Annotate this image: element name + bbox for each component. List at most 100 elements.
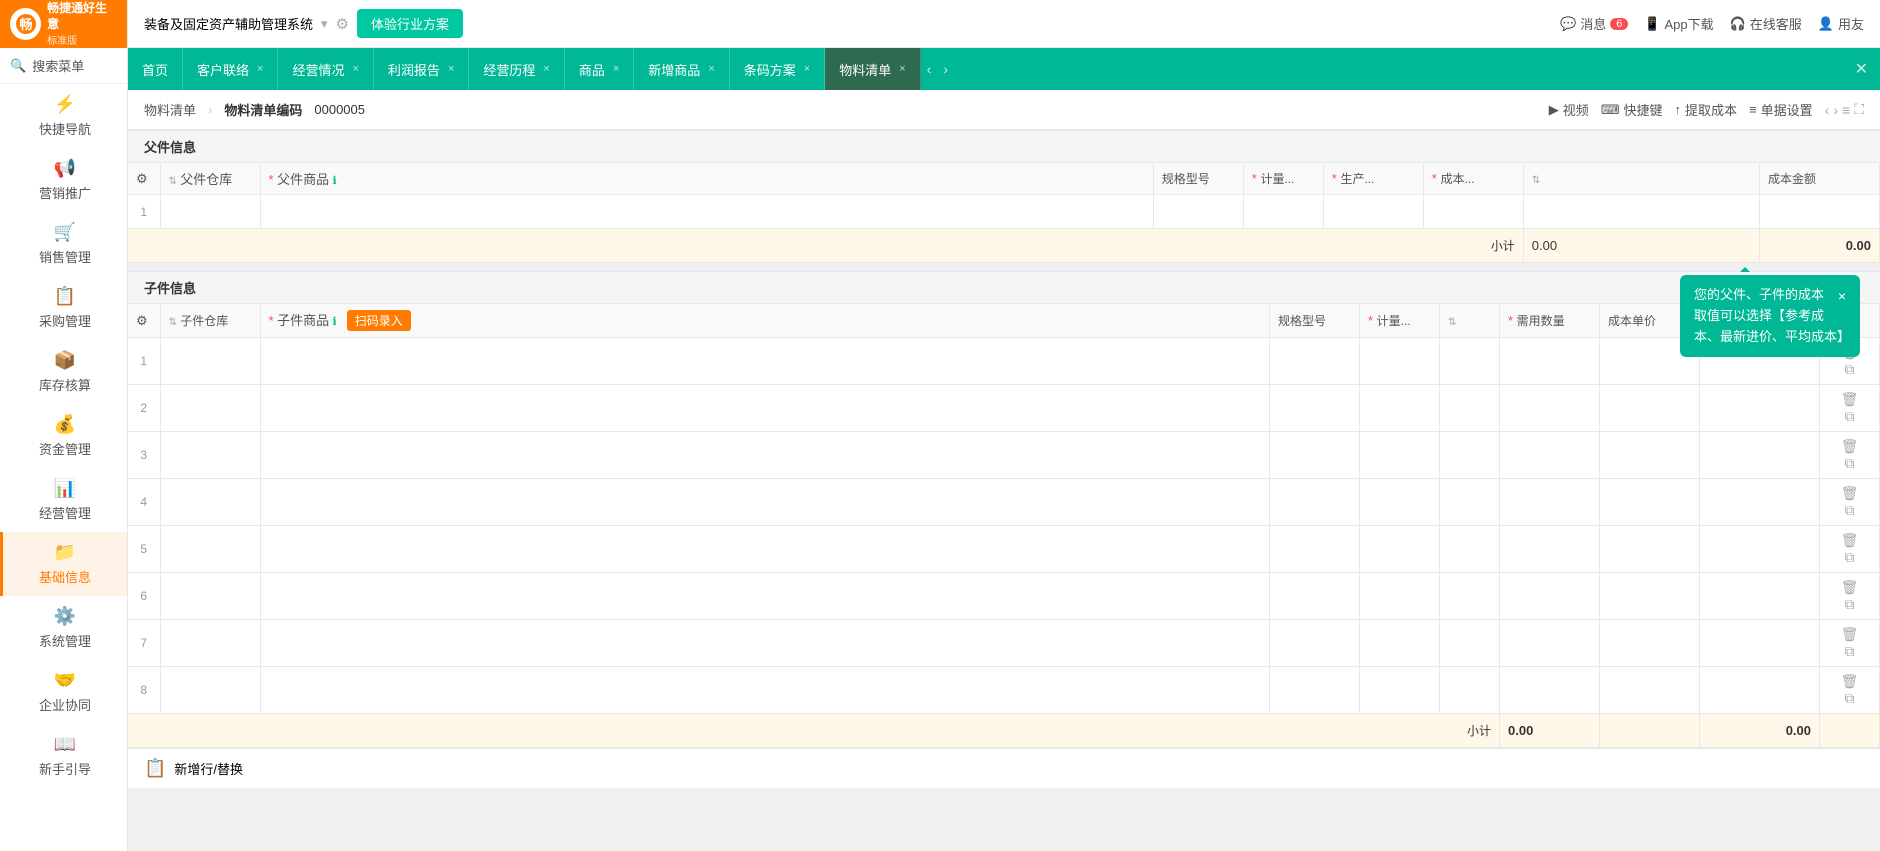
child-unit-cell-5[interactable] — [1360, 573, 1440, 620]
child-price-cell-4[interactable] — [1600, 526, 1700, 573]
messages-btn[interactable]: 💬 消息 6 — [1560, 14, 1628, 33]
sidebar-item-sales[interactable]: 🛒 销售管理 — [0, 212, 127, 276]
tab-history[interactable]: 经营历程 × — [469, 48, 564, 90]
parent-warehouse-cell[interactable] — [160, 195, 260, 229]
delete-icon-7[interactable]: 🗑 — [1838, 673, 1862, 689]
tab-business-close[interactable]: × — [352, 63, 358, 75]
child-qty-cell-2[interactable] — [1500, 432, 1600, 479]
child-qty-cell-6[interactable] — [1500, 620, 1600, 667]
child-warehouse-cell-3[interactable] — [160, 479, 260, 526]
tab-bom[interactable]: 物料清单 × — [825, 48, 920, 90]
child-price-cell-3[interactable] — [1600, 479, 1700, 526]
child-goods-cell-6[interactable] — [260, 620, 1270, 667]
tab-new-goods-close[interactable]: × — [708, 63, 714, 75]
child-spec-cell-2[interactable] — [1270, 432, 1360, 479]
copy-icon-0[interactable]: ⧉ — [1842, 361, 1858, 377]
child-goods-cell-4[interactable] — [260, 526, 1270, 573]
child-qty-cell-7[interactable] — [1500, 667, 1600, 714]
sidebar-item-finance[interactable]: 💰 资金管理 — [0, 404, 127, 468]
tab-bom-close[interactable]: × — [899, 63, 905, 75]
child-unit-cell-7[interactable] — [1360, 667, 1440, 714]
child-price-cell-1[interactable] — [1600, 385, 1700, 432]
sidebar-item-quick-nav[interactable]: ⚡ 快捷导航 — [0, 84, 127, 148]
list-view-btn[interactable]: ≡ — [1842, 102, 1850, 118]
dropdown-icon[interactable]: ▾ — [321, 16, 328, 32]
parent-spec-cell[interactable] — [1153, 195, 1243, 229]
child-price-cell-2[interactable] — [1600, 432, 1700, 479]
tab-customer-close[interactable]: × — [257, 63, 263, 75]
gear-icon-child[interactable]: ⚙ — [136, 313, 148, 328]
tab-business[interactable]: 经营情况 × — [278, 48, 373, 90]
settings-icon[interactable]: ⚙ — [336, 15, 349, 33]
child-warehouse-cell-6[interactable] — [160, 620, 260, 667]
app-download-btn[interactable]: 📱 App下载 — [1644, 14, 1713, 33]
child-goods-cell-1[interactable] — [260, 385, 1270, 432]
delete-icon-2[interactable]: 🗑 — [1838, 438, 1862, 454]
tab-prev[interactable]: ‹ — [921, 61, 938, 77]
child-warehouse-cell-1[interactable] — [160, 385, 260, 432]
sidebar-item-marketing[interactable]: 📢 营销推广 — [0, 148, 127, 212]
child-spec-cell-4[interactable] — [1270, 526, 1360, 573]
add-row-icon[interactable]: 📋 — [144, 758, 166, 779]
parent-unit-cell[interactable] — [1243, 195, 1323, 229]
copy-icon-5[interactable]: ⧉ — [1842, 596, 1858, 612]
child-spec-cell-7[interactable] — [1270, 667, 1360, 714]
sidebar-item-enterprise[interactable]: 🤝 企业协同 — [0, 660, 127, 724]
tab-profit[interactable]: 利润报告 × — [374, 48, 469, 90]
child-goods-cell-3[interactable] — [260, 479, 1270, 526]
child-goods-cell-0[interactable] — [260, 338, 1270, 385]
child-unit-cell-1[interactable] — [1360, 385, 1440, 432]
delete-icon-1[interactable]: 🗑 — [1838, 391, 1862, 407]
sidebar-item-inventory[interactable]: 📦 库存核算 — [0, 340, 127, 404]
tab-barcode[interactable]: 条码方案 × — [730, 48, 825, 90]
extract-cost-btn[interactable]: ↑ 提取成本 — [1675, 100, 1738, 119]
child-unit-cell-2[interactable] — [1360, 432, 1440, 479]
child-warehouse-cell-0[interactable] — [160, 338, 260, 385]
child-qty-cell-4[interactable] — [1500, 526, 1600, 573]
view-btn[interactable]: ▶ 视频 — [1549, 100, 1589, 119]
gear-icon-parent[interactable]: ⚙ — [136, 171, 148, 186]
parent-cost-cell[interactable] — [1423, 195, 1523, 229]
delete-icon-3[interactable]: 🗑 — [1838, 485, 1862, 501]
child-warehouse-cell-7[interactable] — [160, 667, 260, 714]
prev-record-btn[interactable]: ‹ — [1825, 102, 1830, 118]
delete-icon-6[interactable]: 🗑 — [1838, 626, 1862, 642]
try-button[interactable]: 体验行业方案 — [357, 9, 463, 38]
copy-icon-1[interactable]: ⧉ — [1842, 408, 1858, 424]
sidebar-item-guide[interactable]: 📖 新手引导 — [0, 724, 127, 788]
delete-icon-4[interactable]: 🗑 — [1838, 532, 1862, 548]
parent-prod-cell[interactable] — [1323, 195, 1423, 229]
child-warehouse-cell-5[interactable] — [160, 573, 260, 620]
child-unit-cell-3[interactable] — [1360, 479, 1440, 526]
online-service-btn[interactable]: 🎧 在线客服 — [1730, 14, 1802, 33]
sidebar-item-basics[interactable]: 📁 基础信息 — [0, 532, 127, 596]
copy-icon-6[interactable]: ⧉ — [1842, 643, 1858, 659]
child-unit-cell-0[interactable] — [1360, 338, 1440, 385]
child-qty-cell-3[interactable] — [1500, 479, 1600, 526]
child-goods-cell-5[interactable] — [260, 573, 1270, 620]
copy-icon-7[interactable]: ⧉ — [1842, 690, 1858, 706]
copy-icon-3[interactable]: ⧉ — [1842, 502, 1858, 518]
child-spec-cell-0[interactable] — [1270, 338, 1360, 385]
tooltip-close-btn[interactable]: × — [1838, 285, 1846, 307]
scan-button[interactable]: 扫码录入 — [347, 310, 411, 331]
parent-goods-cell[interactable] — [260, 195, 1153, 229]
child-warehouse-cell-2[interactable] — [160, 432, 260, 479]
tab-home[interactable]: 首页 — [128, 48, 183, 90]
tab-history-close[interactable]: × — [543, 63, 549, 75]
sidebar-item-operations[interactable]: 📊 经营管理 — [0, 468, 127, 532]
breadcrumb-parent[interactable]: 物料清单 — [144, 100, 196, 119]
child-price-cell-7[interactable] — [1600, 667, 1700, 714]
shortcut-btn[interactable]: ⌨ 快捷键 — [1601, 100, 1663, 119]
copy-icon-4[interactable]: ⧉ — [1842, 549, 1858, 565]
tab-profit-close[interactable]: × — [448, 63, 454, 75]
tab-goods-close[interactable]: × — [613, 63, 619, 75]
child-goods-cell-2[interactable] — [260, 432, 1270, 479]
tab-next[interactable]: › — [937, 61, 954, 77]
sidebar-item-system[interactable]: ⚙️ 系统管理 — [0, 596, 127, 660]
tab-barcode-close[interactable]: × — [804, 63, 810, 75]
expand-btn[interactable]: ⛶ — [1854, 101, 1864, 118]
user-btn[interactable]: 👤 用友 — [1818, 14, 1864, 33]
tab-goods[interactable]: 商品 × — [565, 48, 634, 90]
child-spec-cell-5[interactable] — [1270, 573, 1360, 620]
